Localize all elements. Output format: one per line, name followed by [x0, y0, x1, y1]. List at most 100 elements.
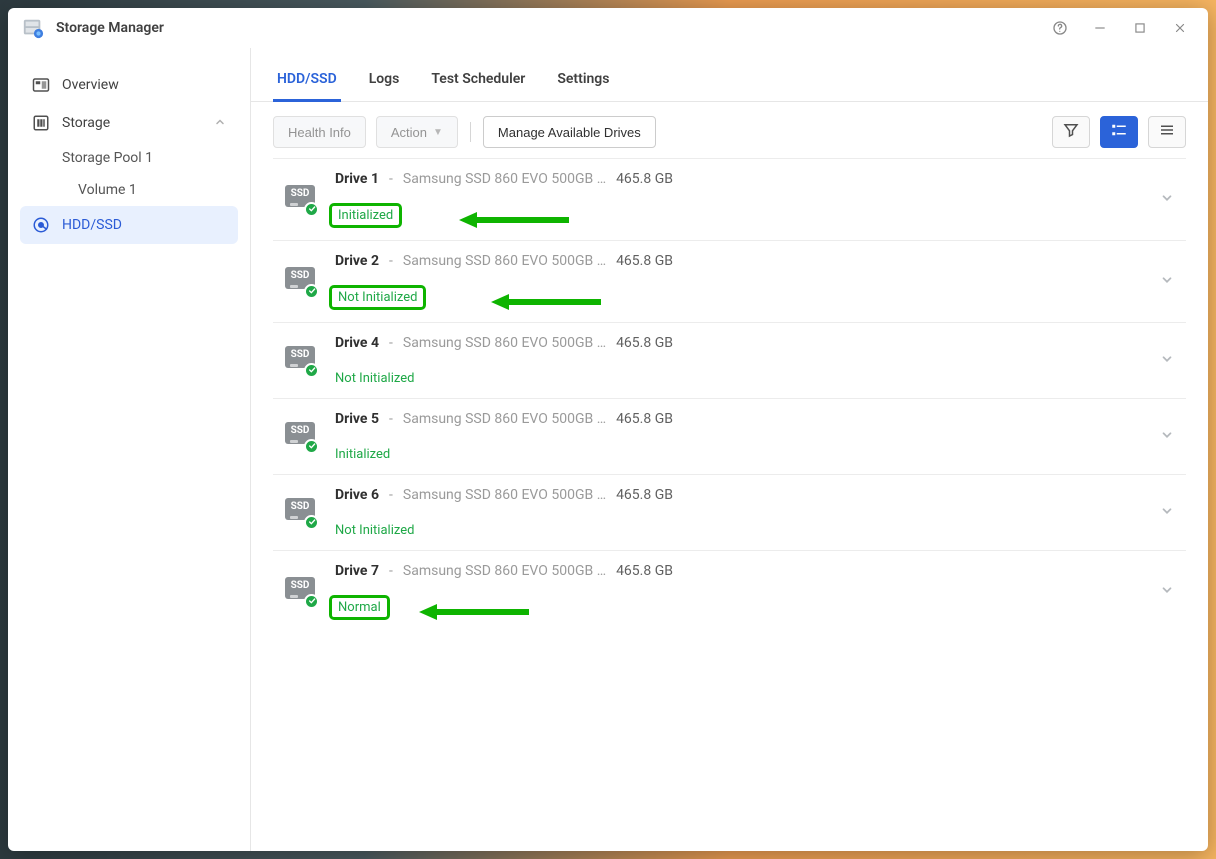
drive-row[interactable]: SSD Drive 5-Samsung SSD 860 EVO 500GB … 46… [273, 398, 1186, 474]
view-list-button[interactable] [1100, 116, 1138, 148]
drive-model: Samsung SSD 860 EVO 500GB … [403, 487, 606, 503]
help-button[interactable] [1046, 14, 1074, 42]
main-panel: HDD/SSD Logs Test Scheduler Settings Hea… [251, 48, 1208, 851]
drive-row[interactable]: SSD Drive 7-Samsung SSD 860 EVO 500GB …46… [273, 550, 1186, 632]
check-icon [304, 515, 319, 530]
drive-status: Initialized [329, 203, 402, 228]
drive-list: SSD Drive 1-Samsung SSD 860 EVO 500GB …46… [251, 158, 1208, 632]
drive-size: 465.8 GB [616, 411, 673, 427]
annotation-arrow [459, 209, 569, 231]
drive-model: Samsung SSD 860 EVO 500GB … [403, 171, 606, 187]
separator-dash: - [389, 411, 393, 427]
drive-name: Drive 2 [335, 253, 379, 269]
hamburger-icon [1158, 121, 1176, 143]
ssd-drive-icon: SSD [285, 185, 317, 215]
annotation-arrow [491, 291, 601, 313]
tab-settings[interactable]: Settings [553, 63, 613, 102]
drive-status: Not Initialized [335, 523, 414, 538]
drive-size: 465.8 GB [616, 253, 673, 269]
tab-test-scheduler[interactable]: Test Scheduler [427, 63, 529, 102]
drive-status: Not Initialized [335, 371, 414, 386]
check-icon [304, 202, 319, 217]
drive-info: Drive 2-Samsung SSD 860 EVO 500GB … 465.8… [335, 253, 1142, 310]
menu-button[interactable] [1148, 116, 1186, 148]
dashboard-icon [32, 76, 50, 94]
close-button[interactable] [1166, 14, 1194, 42]
drive-model: Samsung SSD 860 EVO 500GB … [403, 563, 606, 579]
sidebar-item-hdd-ssd[interactable]: HDD/SSD [20, 206, 238, 244]
separator-dash: - [389, 253, 393, 269]
drive-row[interactable]: SSD Drive 6-Samsung SSD 860 EVO 500GB … 46… [273, 474, 1186, 550]
minimize-button[interactable] [1086, 14, 1114, 42]
maximize-button[interactable] [1126, 14, 1154, 42]
sidebar-item-volume-1[interactable]: Volume 1 [20, 174, 238, 206]
sidebar-item-overview[interactable]: Overview [20, 66, 238, 104]
chevron-down-icon[interactable] [1160, 352, 1174, 370]
tab-logs[interactable]: Logs [365, 63, 404, 102]
list-view-icon [1110, 121, 1128, 143]
ssd-drive-icon: SSD [285, 577, 317, 607]
separator-dash: - [389, 171, 393, 187]
drive-info: Drive 4-Samsung SSD 860 EVO 500GB …465.8… [335, 335, 1142, 386]
chevron-down-icon[interactable] [1160, 428, 1174, 446]
tabs: HDD/SSD Logs Test Scheduler Settings [251, 48, 1208, 102]
app-icon [22, 17, 44, 39]
sidebar-item-label: HDD/SSD [62, 217, 122, 233]
action-button[interactable]: Action ▼ [376, 116, 458, 148]
drive-model: Samsung SSD 860 EVO 500GB … [403, 253, 606, 269]
ssd-drive-icon: SSD [285, 267, 317, 297]
drive-info: Drive 5-Samsung SSD 860 EVO 500GB … 465.8… [335, 411, 1142, 462]
drive-name: Drive 4 [335, 335, 379, 351]
tab-hdd-ssd[interactable]: HDD/SSD [273, 63, 341, 102]
manage-available-drives-button[interactable]: Manage Available Drives [483, 116, 656, 148]
sidebar: Overview Storage Storage Pool 1 Volume 1… [8, 48, 251, 851]
sidebar-item-label: Storage [62, 115, 110, 131]
drive-row[interactable]: SSD Drive 4-Samsung SSD 860 EVO 500GB …46… [273, 322, 1186, 398]
filter-button[interactable] [1052, 116, 1090, 148]
action-button-label: Action [391, 125, 427, 140]
check-icon [304, 363, 319, 378]
ssd-drive-icon: SSD [285, 422, 317, 452]
separator [470, 122, 471, 142]
drive-status: Not Initialized [329, 285, 426, 310]
sidebar-item-storage[interactable]: Storage [20, 104, 238, 142]
separator-dash: - [389, 563, 393, 579]
chevron-down-icon[interactable] [1160, 273, 1174, 291]
hdd-icon [32, 216, 50, 234]
health-info-button[interactable]: Health Info [273, 116, 366, 148]
titlebar: Storage Manager [8, 8, 1208, 48]
chevron-down-icon[interactable] [1160, 191, 1174, 209]
drive-size: 465.8 GB [616, 171, 673, 187]
drive-name: Drive 6 [335, 487, 379, 503]
drive-info: Drive 7-Samsung SSD 860 EVO 500GB …465.8… [335, 563, 1142, 620]
drive-model: Samsung SSD 860 EVO 500GB … [403, 411, 606, 427]
drive-info: Drive 1-Samsung SSD 860 EVO 500GB …465.8… [335, 171, 1142, 228]
check-icon [304, 439, 319, 454]
toolbar: Health Info Action ▼ Manage Available Dr… [251, 102, 1208, 158]
caret-down-icon: ▼ [433, 127, 443, 138]
storage-manager-window: Storage Manager Overview [8, 8, 1208, 851]
storage-icon [32, 114, 50, 132]
drive-status: Initialized [335, 447, 390, 462]
drive-name: Drive 5 [335, 411, 379, 427]
chevron-down-icon[interactable] [1160, 583, 1174, 601]
sidebar-item-label: Overview [62, 77, 119, 93]
drive-name: Drive 7 [335, 563, 379, 579]
separator-dash: - [389, 335, 393, 351]
drive-model: Samsung SSD 860 EVO 500GB … [403, 335, 606, 351]
drive-row[interactable]: SSD Drive 1-Samsung SSD 860 EVO 500GB …46… [273, 158, 1186, 240]
drive-info: Drive 6-Samsung SSD 860 EVO 500GB … 465.8… [335, 487, 1142, 538]
check-icon [304, 594, 319, 609]
separator-dash: - [389, 487, 393, 503]
app-title: Storage Manager [56, 20, 1034, 36]
drive-row[interactable]: SSD Drive 2-Samsung SSD 860 EVO 500GB … 46… [273, 240, 1186, 322]
ssd-drive-icon: SSD [285, 346, 317, 376]
drive-size: 465.8 GB [616, 487, 673, 503]
filter-icon [1062, 121, 1080, 143]
sidebar-item-storage-pool-1[interactable]: Storage Pool 1 [20, 142, 238, 174]
annotation-arrow [419, 601, 529, 623]
drive-status: Normal [329, 595, 390, 620]
ssd-drive-icon: SSD [285, 498, 317, 528]
chevron-down-icon[interactable] [1160, 504, 1174, 522]
check-icon [304, 284, 319, 299]
